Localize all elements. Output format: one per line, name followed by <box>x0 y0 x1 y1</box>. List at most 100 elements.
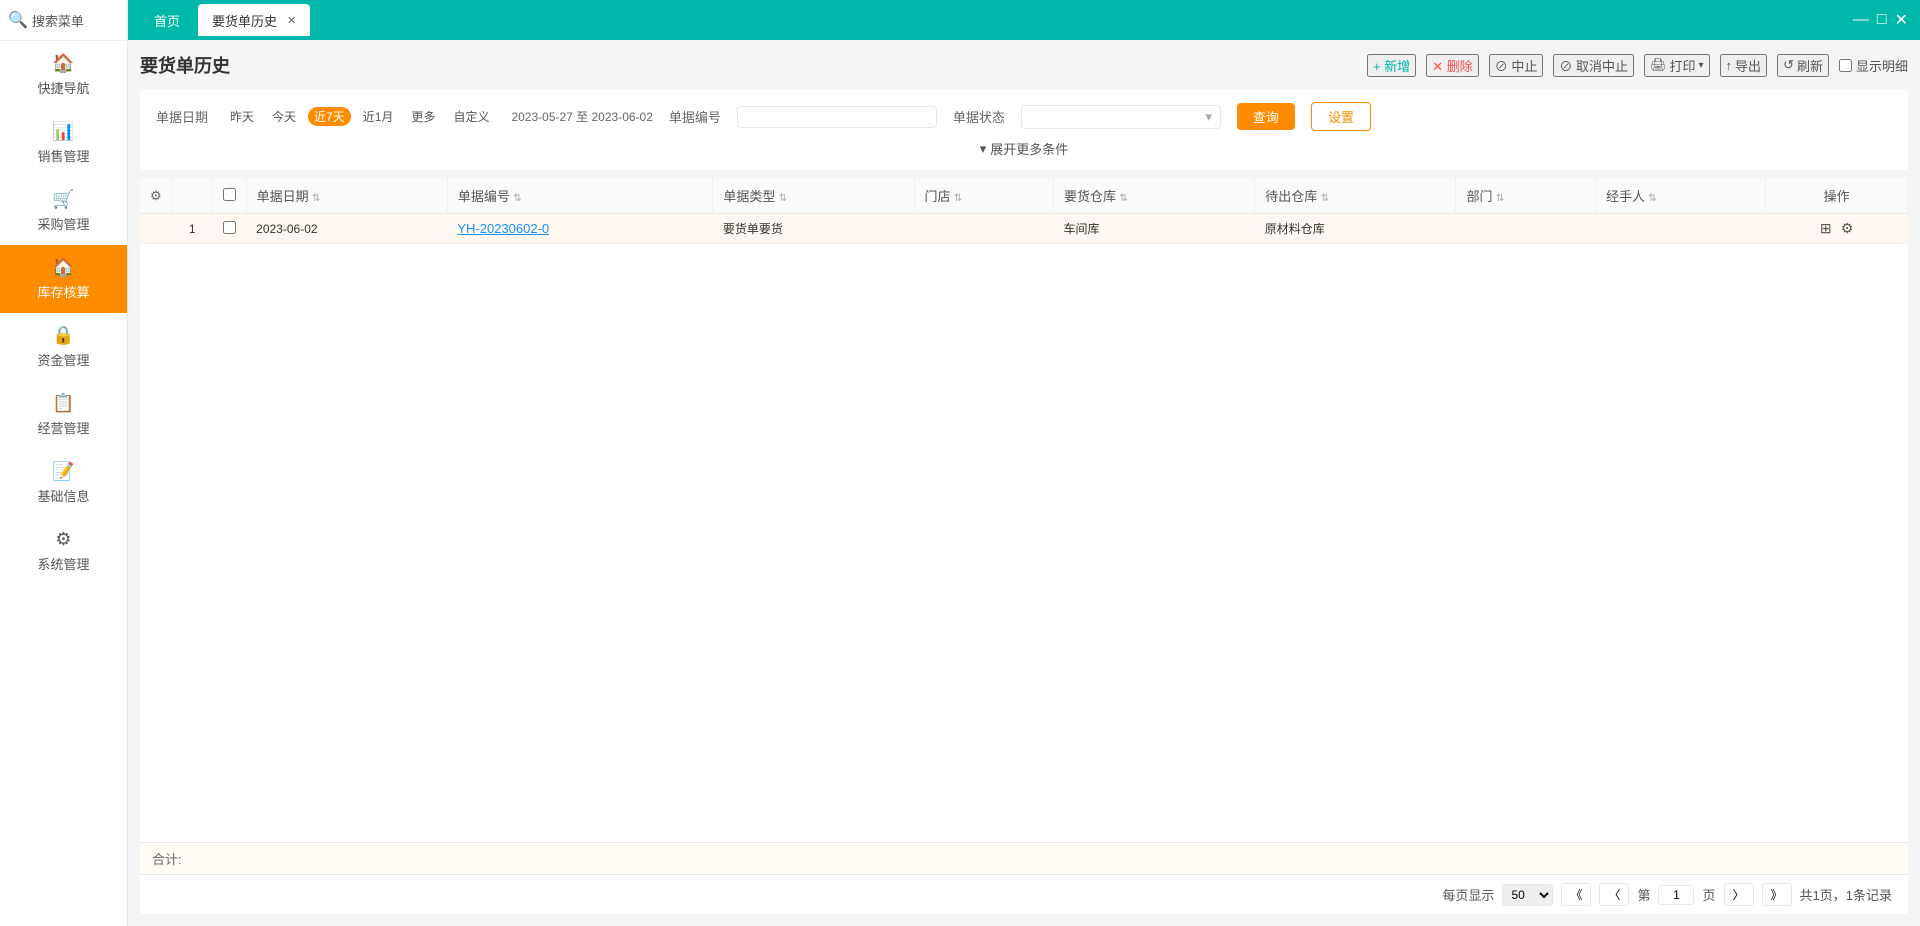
page-end-label: 页 <box>1702 885 1715 904</box>
expand-down-icon: ▾ <box>980 141 987 157</box>
row-checkbox[interactable] <box>223 221 236 234</box>
date-btn-custom[interactable]: 自定义 <box>447 107 495 126</box>
bill-status-label: 单据状态 <box>953 107 1005 126</box>
date-btn-7days[interactable]: 近7天 <box>308 107 351 126</box>
cancel-stop-button[interactable]: ⊘ 取消中止 <box>1553 54 1634 77</box>
col-header-settings: ⚙ <box>140 178 172 214</box>
bill-no-input[interactable] <box>737 106 937 128</box>
row-settings <box>140 214 172 244</box>
sort-icon-store[interactable]: ⇅ <box>954 193 962 204</box>
row-no[interactable]: YH-20230602-0 <box>447 214 712 244</box>
delete-button[interactable]: ✕ 删除 <box>1426 54 1479 77</box>
date-btn-today[interactable]: 今天 <box>266 107 302 126</box>
date-btn-1month[interactable]: 近1月 <box>357 107 400 126</box>
tab-home-label: 首页 <box>154 11 180 30</box>
display-detail-checkbox[interactable] <box>1839 59 1852 72</box>
setting-button[interactable]: 设置 <box>1311 102 1371 131</box>
sort-icon-handler[interactable]: ⇅ <box>1648 193 1656 204</box>
sort-icon-type[interactable]: ⇅ <box>779 193 787 204</box>
settings-icon[interactable]: ⚙ <box>150 188 162 203</box>
new-button[interactable]: + 新增 <box>1367 54 1416 77</box>
row-num: 1 <box>172 214 212 244</box>
sidebar-item-purchase[interactable]: 🛒 采购管理 <box>0 177 127 245</box>
col-header-num <box>172 178 212 214</box>
topbar-right-actions: — □ ✕ <box>1853 10 1908 30</box>
sidebar-item-label: 资金管理 <box>37 350 89 369</box>
inventory-icon: 🏠 <box>52 257 74 278</box>
lock-icon: 🔒 <box>52 325 74 346</box>
maximize-btn[interactable]: □ <box>1877 11 1887 29</box>
print-button[interactable]: 🖨 🖨 打印 打印 ▾ <box>1644 54 1710 77</box>
row-req-warehouse: 车间库 <box>1054 214 1255 244</box>
row-type: 要货单要货 <box>713 214 914 244</box>
display-detail-label: 显示明细 <box>1856 56 1908 75</box>
page-number-input[interactable] <box>1658 885 1694 905</box>
view-detail-icon[interactable]: ⊞ <box>1820 220 1832 236</box>
stop-button[interactable]: ⊘ 中止 <box>1489 54 1544 77</box>
row-handler <box>1595 214 1765 244</box>
row-dept <box>1456 214 1595 244</box>
sort-icon-no[interactable]: ⇅ <box>513 193 521 204</box>
table-wrapper: ⚙ 单据日期 ⇅ 单据编号 <box>140 178 1908 842</box>
doc-icon: 📝 <box>52 461 74 482</box>
first-page-btn[interactable]: 《 <box>1561 883 1591 906</box>
chevron-down-icon: ▾ <box>1205 109 1212 125</box>
date-filter-buttons: 昨天 今天 近7天 近1月 更多 自定义 <box>224 107 495 126</box>
clipboard-icon: 📋 <box>52 393 74 414</box>
col-header-type: 单据类型 ⇅ <box>713 178 914 214</box>
gear-icon: ⚙ <box>55 529 71 550</box>
sort-icon-pending-warehouse[interactable]: ⇅ <box>1321 193 1329 204</box>
sidebar-item-inventory[interactable]: 🏠 库存核算 <box>0 245 127 313</box>
content-area: 要货单历史 + 新增 ✕ 删除 ⊘ 中止 ⊘ 取消中止 🖨 🖨 打印 打印 ▾ … <box>128 40 1920 926</box>
sidebar-item-quick-nav[interactable]: 🏠 快捷导航 <box>0 41 127 109</box>
page-label: 第 <box>1637 885 1650 904</box>
prev-page-btn[interactable]: 〈 <box>1599 883 1629 906</box>
col-header-pending-warehouse: 待出仓库 ⇅ <box>1255 178 1456 214</box>
sidebar-item-finance[interactable]: 🔒 资金管理 <box>0 313 127 381</box>
tab-close-icon[interactable]: ✕ <box>287 14 296 27</box>
col-header-check <box>212 178 246 214</box>
search-icon: 🔍 <box>8 10 28 30</box>
sidebar-item-basic[interactable]: 📝 基础信息 <box>0 449 127 517</box>
close-btn[interactable]: ✕ <box>1895 10 1908 30</box>
refresh-button[interactable]: ↺ 刷新 <box>1777 54 1829 77</box>
display-detail-toggle[interactable]: 显示明细 <box>1839 56 1908 75</box>
export-button[interactable]: ↑ 导出 <box>1720 54 1768 77</box>
sidebar-item-label: 经营管理 <box>37 418 89 437</box>
print-dropdown-icon[interactable]: ▾ <box>1699 60 1704 71</box>
tab-home[interactable]: 首页 <box>140 4 194 36</box>
bill-status-select[interactable]: ▾ <box>1021 105 1221 129</box>
expand-more-label: 展开更多条件 <box>990 139 1068 158</box>
export-icon: ↑ <box>1726 58 1733 73</box>
sort-icon-req-warehouse[interactable]: ⇅ <box>1119 193 1127 204</box>
sort-icon-dept[interactable]: ⇅ <box>1496 193 1504 204</box>
sidebar-item-label: 销售管理 <box>37 146 89 165</box>
more-ops-icon[interactable]: ⚙ <box>1841 220 1854 236</box>
next-page-btn[interactable]: 〉 <box>1724 883 1754 906</box>
main-area: 首页 要货单历史 ✕ — □ ✕ 要货单历史 + 新增 ✕ 删除 ⊘ 中止 ⊘ … <box>128 0 1920 926</box>
bill-no-link[interactable]: YH-20230602-0 <box>457 221 549 236</box>
col-header-handler: 经手人 ⇅ <box>1595 178 1765 214</box>
sidebar: 🔍 搜索菜单 🏠 快捷导航 📊 销售管理 🛒 采购管理 🏠 库存核算 🔒 资金管… <box>0 0 128 926</box>
per-page-select[interactable]: 50 100 200 <box>1502 884 1553 906</box>
date-btn-more[interactable]: 更多 <box>405 107 441 126</box>
sidebar-item-label: 系统管理 <box>37 554 89 573</box>
col-header-store: 门店 ⇅ <box>914 178 1053 214</box>
row-check[interactable] <box>212 214 246 244</box>
tab-requisition-history[interactable]: 要货单历史 ✕ <box>198 4 310 36</box>
pagination: 每页显示 50 100 200 《 〈 第 页 〉 》 共1页，1条记录 <box>140 874 1908 914</box>
sidebar-item-sales[interactable]: 📊 销售管理 <box>0 109 127 177</box>
sidebar-item-operations[interactable]: 📋 经营管理 <box>0 381 127 449</box>
sidebar-item-system[interactable]: ⚙ 系统管理 <box>0 517 127 585</box>
sidebar-search[interactable]: 🔍 搜索菜单 <box>0 0 127 41</box>
select-all-checkbox[interactable] <box>223 188 236 201</box>
expand-more-btn[interactable]: ▾ 展开更多条件 <box>156 139 1892 158</box>
sort-icon-date[interactable]: ⇅ <box>312 193 320 204</box>
table-footer: 合计: <box>140 842 1908 874</box>
query-button[interactable]: 查询 <box>1237 103 1295 130</box>
last-page-btn[interactable]: 》 <box>1762 883 1792 906</box>
per-page-label: 每页显示 <box>1442 885 1494 904</box>
minimize-btn[interactable]: — <box>1853 11 1869 29</box>
total-records-label: 共1页，1条记录 <box>1800 885 1892 904</box>
date-btn-yesterday[interactable]: 昨天 <box>224 107 260 126</box>
